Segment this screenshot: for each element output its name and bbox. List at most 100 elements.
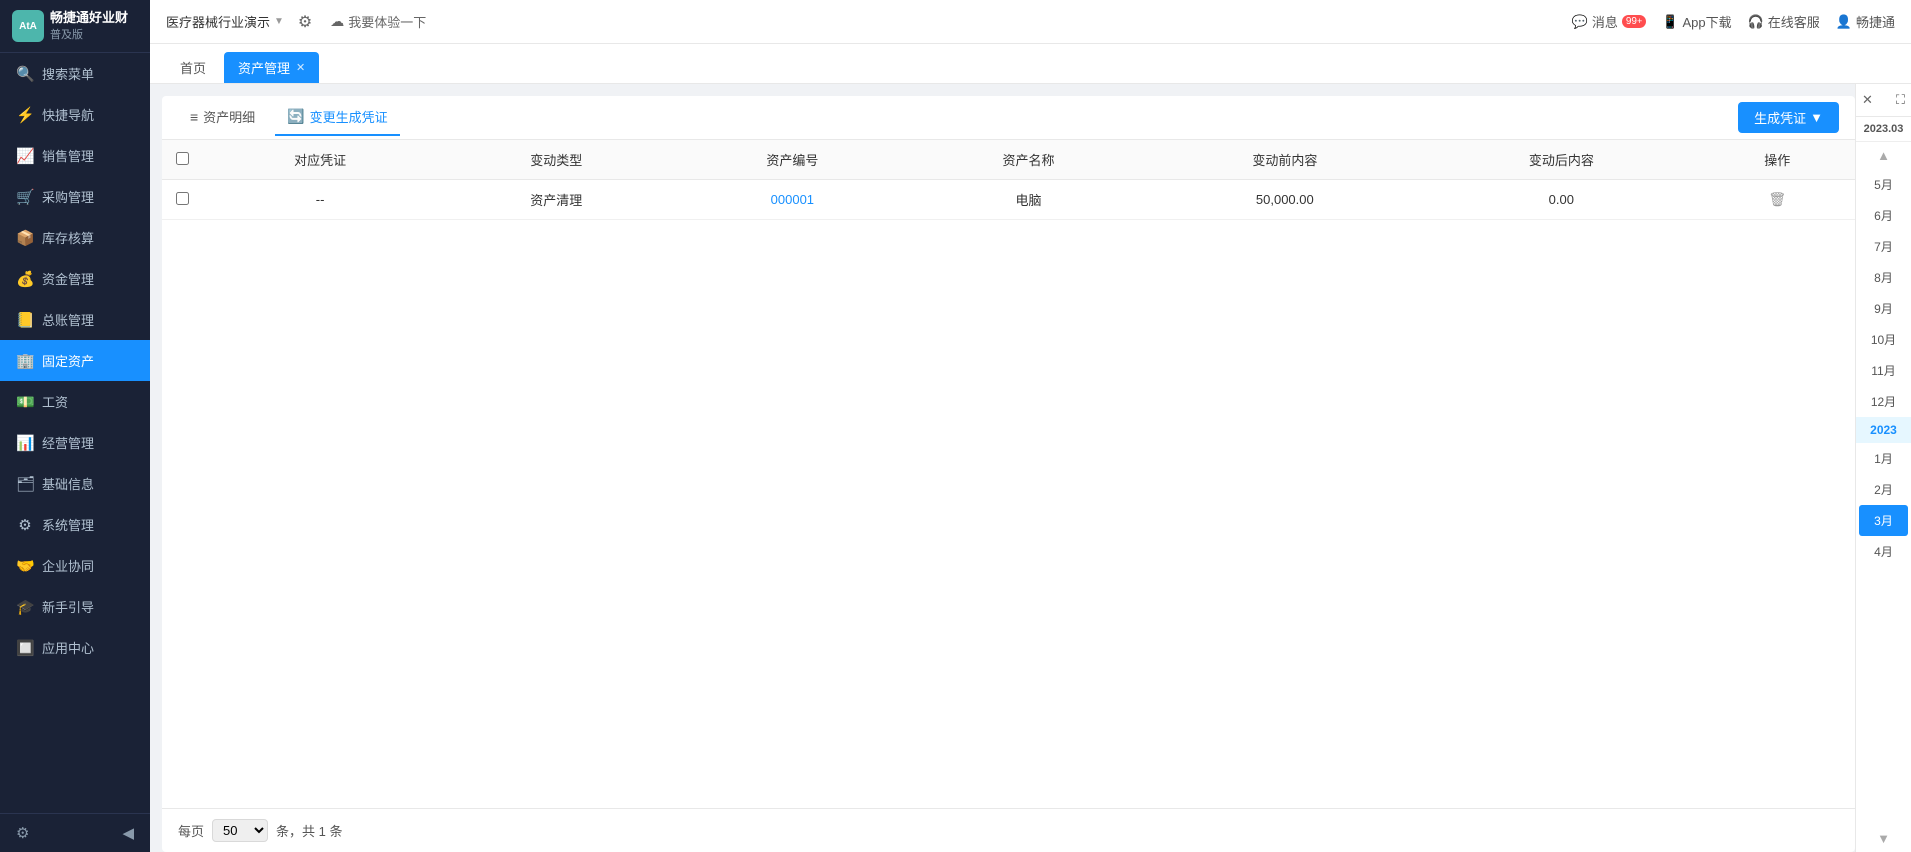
page-size-select[interactable]: 10 20 50 100 xyxy=(212,819,268,842)
right-panel-close-button[interactable]: ✕ xyxy=(1862,92,1873,108)
cell-before-change: 50,000.00 xyxy=(1147,180,1424,220)
row-checkbox-cell xyxy=(162,180,202,220)
header-before-change: 变动前内容 xyxy=(1147,140,1424,180)
tab-home[interactable]: 首页 xyxy=(166,52,220,83)
settings-icon[interactable]: ⚙ xyxy=(16,824,29,842)
month-2023-3[interactable]: 3月 xyxy=(1859,505,1908,536)
page-content: ≡ 资产明细 🔄 变更生成凭证 生成凭证 ▼ xyxy=(150,84,1911,852)
cell-after-change: 0.00 xyxy=(1423,180,1700,220)
sidebar-item-ledger[interactable]: 📒 总账管理 xyxy=(0,299,150,340)
header-change-type: 变动类型 xyxy=(438,140,674,180)
sidebar-item-quicknav[interactable]: ⚡ 快捷导航 xyxy=(0,94,150,135)
delete-icon[interactable]: 🗑 xyxy=(1768,191,1786,207)
year-2023-label: 2023 xyxy=(1856,417,1911,443)
header-operation: 操作 xyxy=(1700,140,1855,180)
month-11[interactable]: 11月 xyxy=(1856,355,1911,386)
sidebar-item-base-info[interactable]: 🗂 基础信息 xyxy=(0,463,150,504)
sidebar-item-inventory[interactable]: 📦 库存核算 xyxy=(0,217,150,258)
generate-voucher-button[interactable]: 生成凭证 ▼ xyxy=(1738,102,1839,133)
app-logo-text: 畅捷通好业财 普及版 xyxy=(50,10,128,42)
company-selector[interactable]: 医疗器械行业演示 ▼ xyxy=(166,12,284,31)
header-settings-icon[interactable]: ⚙ xyxy=(298,12,312,32)
table-body: -- 资产清理 000001 电脑 xyxy=(162,180,1855,220)
tab-bar: 首页 资产管理 ✕ xyxy=(150,44,1911,84)
lightning-icon: ⚡ xyxy=(16,106,34,124)
handshake-icon: 🤝 xyxy=(16,557,34,575)
operations-icon: 📊 xyxy=(16,434,34,452)
row-checkbox[interactable] xyxy=(176,192,189,205)
right-panel-expand-button[interactable]: ⛶ xyxy=(1896,92,1905,108)
headset-icon: 🎧 xyxy=(1748,14,1764,30)
month-8[interactable]: 8月 xyxy=(1856,262,1911,293)
sidebar-item-finance[interactable]: 💰 资金管理 xyxy=(0,258,150,299)
sidebar-logo: AtA 畅捷通好业财 普及版 xyxy=(0,0,150,53)
panel-scroll-up[interactable]: ▲ xyxy=(1856,142,1911,169)
experience-button[interactable]: ☁ 我要体验一下 xyxy=(330,12,426,31)
collapse-icon[interactable]: ◀ xyxy=(122,824,134,842)
folder-icon: 🗂 xyxy=(16,475,34,493)
sub-tab-change-voucher[interactable]: 🔄 变更生成凭证 xyxy=(275,99,399,136)
support-button[interactable]: 🎧 在线客服 xyxy=(1748,12,1820,31)
table-area: 对应凭证 变动类型 资产编号 资产名称 xyxy=(162,140,1855,808)
user-icon: 👤 xyxy=(1836,14,1852,30)
month-6[interactable]: 6月 xyxy=(1856,200,1911,231)
graduation-icon: 🎓 xyxy=(16,598,34,616)
header-checkbox-cell xyxy=(162,140,202,180)
app-download-button[interactable]: 📱 App下载 xyxy=(1662,12,1731,31)
cart-icon: 🛒 xyxy=(16,188,34,206)
right-panel-header: ✕ ⛶ xyxy=(1856,84,1911,117)
app-logo-icon: AtA xyxy=(12,10,44,42)
cell-asset-name: 电脑 xyxy=(910,180,1146,220)
message-icon: 💬 xyxy=(1572,14,1588,30)
month-10[interactable]: 10月 xyxy=(1856,324,1911,355)
sidebar-item-app-center[interactable]: 🔲 应用中心 xyxy=(0,627,150,668)
month-5[interactable]: 5月 xyxy=(1856,169,1911,200)
month-12[interactable]: 12月 xyxy=(1856,386,1911,417)
sidebar-item-operations[interactable]: 📊 经营管理 xyxy=(0,422,150,463)
header-asset-name: 资产名称 xyxy=(910,140,1146,180)
table-row: -- 资产清理 000001 电脑 xyxy=(162,180,1855,220)
payroll-icon: 💵 xyxy=(16,393,34,411)
sidebar-item-guide[interactable]: 🎓 新手引导 xyxy=(0,586,150,627)
main-panel: ≡ 资产明细 🔄 变更生成凭证 生成凭证 ▼ xyxy=(162,96,1855,852)
tab-asset-management[interactable]: 资产管理 ✕ xyxy=(224,52,319,83)
box-icon: 📦 xyxy=(16,229,34,247)
sidebar-nav: 🔍 搜索菜单 ⚡ 快捷导航 📈 销售管理 🛒 采购管理 📦 库存核算 💰 资金管… xyxy=(0,53,150,813)
month-7[interactable]: 7月 xyxy=(1856,231,1911,262)
message-badge: 99+ xyxy=(1622,15,1646,28)
cell-change-type: 资产清理 xyxy=(438,180,674,220)
pagination: 每页 10 20 50 100 条，共 1 条 xyxy=(162,808,1855,852)
header-after-change: 变动后内容 xyxy=(1423,140,1700,180)
sidebar-item-system[interactable]: ⚙ 系统管理 xyxy=(0,504,150,545)
tab-close-icon[interactable]: ✕ xyxy=(296,61,305,74)
sidebar-item-sales[interactable]: 📈 销售管理 xyxy=(0,135,150,176)
sidebar-item-purchase[interactable]: 🛒 采购管理 xyxy=(0,176,150,217)
toolbar-right: 生成凭证 ▼ xyxy=(1738,102,1839,133)
month-2023-2[interactable]: 2月 xyxy=(1856,474,1911,505)
select-all-checkbox[interactable] xyxy=(176,152,189,165)
cloud-icon: ☁ xyxy=(330,13,344,30)
company-dropdown-arrow: ▼ xyxy=(274,16,284,27)
header-asset-no: 资产编号 xyxy=(674,140,910,180)
cell-operation: 🗑 xyxy=(1700,180,1855,220)
sidebar-item-search[interactable]: 🔍 搜索菜单 xyxy=(0,53,150,94)
phone-icon: 📱 xyxy=(1662,14,1678,30)
sidebar-item-payroll[interactable]: 💵 工资 xyxy=(0,381,150,422)
per-page-label: 每页 xyxy=(178,821,204,840)
sub-tab-asset-detail[interactable]: ≡ 资产明细 xyxy=(178,99,267,136)
search-icon: 🔍 xyxy=(16,65,34,83)
sidebar-item-fixed-assets[interactable]: 🏢 固定资产 xyxy=(0,340,150,381)
month-9[interactable]: 9月 xyxy=(1856,293,1911,324)
sidebar-item-enterprise[interactable]: 🤝 企业协同 xyxy=(0,545,150,586)
month-2023-4[interactable]: 4月 xyxy=(1856,536,1911,567)
change-voucher-table: 对应凭证 变动类型 资产编号 资产名称 xyxy=(162,140,1855,220)
header-right: 💬 消息 99+ 📱 App下载 🎧 在线客服 👤 畅捷通 xyxy=(1572,12,1895,31)
company-name: 医疗器械行业演示 xyxy=(166,12,270,31)
header: 医疗器械行业演示 ▼ ⚙ ☁ 我要体验一下 💬 消息 99+ 📱 App下载 🎧… xyxy=(150,0,1911,44)
main-area: 医疗器械行业演示 ▼ ⚙ ☁ 我要体验一下 💬 消息 99+ 📱 App下载 🎧… xyxy=(150,0,1911,852)
messages-button[interactable]: 💬 消息 99+ xyxy=(1572,12,1647,31)
right-panel: ✕ ⛶ 2023.03 ▲ 5月 6月 7月 8月 9月 10月 11月 12月… xyxy=(1855,84,1911,852)
user-button[interactable]: 👤 畅捷通 xyxy=(1836,12,1895,31)
panel-scroll-down[interactable]: ▼ xyxy=(1856,825,1911,852)
month-2023-1[interactable]: 1月 xyxy=(1856,443,1911,474)
